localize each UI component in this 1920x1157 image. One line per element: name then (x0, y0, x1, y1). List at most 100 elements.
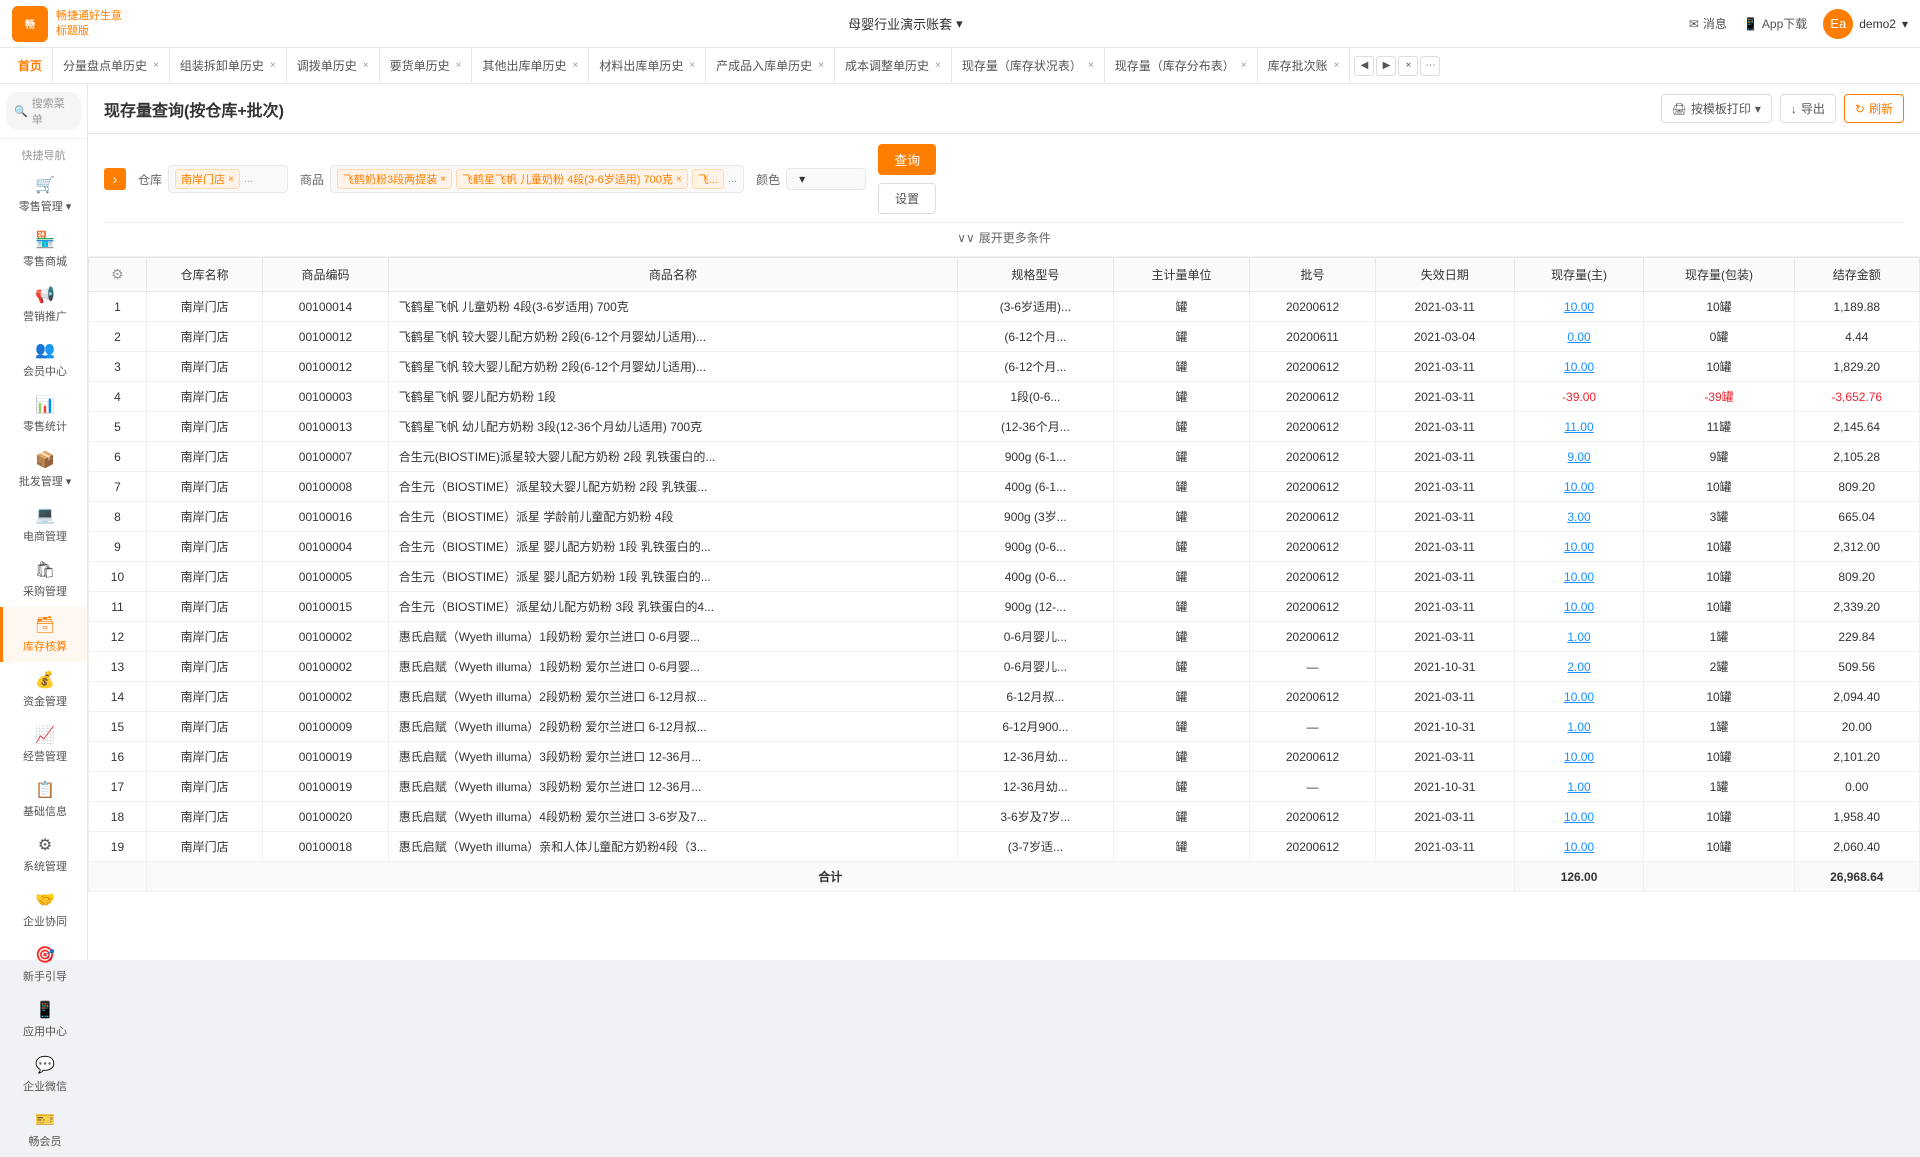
tab-split-history[interactable]: 分量盘点单历史 × (53, 48, 170, 84)
query-btn[interactable]: 查询 (878, 144, 936, 175)
row-stock[interactable]: 3.00 (1514, 502, 1644, 532)
sidebar-item-ecommerce[interactable]: 💻 电商管理 (0, 497, 87, 552)
row-unit: 罐 (1113, 592, 1250, 622)
sidebar-item-inventory[interactable]: 🗃 库存核算 (0, 607, 87, 662)
row-stock[interactable]: 10.00 (1514, 292, 1644, 322)
row-stock[interactable]: 10.00 (1514, 802, 1644, 832)
row-stock[interactable]: 2.00 (1514, 652, 1644, 682)
remove-product-tag-2-icon[interactable]: × (676, 174, 682, 185)
expand-more-btn[interactable]: ∨∨ 展开更多条件 (104, 222, 1904, 246)
sidebar-item-operations[interactable]: 📈 经营管理 (0, 717, 87, 772)
row-stock[interactable]: 10.00 (1514, 472, 1644, 502)
row-stock[interactable]: 10.00 (1514, 352, 1644, 382)
close-icon[interactable]: × (270, 60, 276, 71)
table-header-row: ⚙ 仓库名称 商品编码 商品名称 规格型号 主计量单位 批号 失效日期 现存量(… (89, 258, 1920, 292)
row-stock[interactable]: 1.00 (1514, 622, 1644, 652)
remove-warehouse-tag-icon[interactable]: × (228, 174, 234, 185)
row-stock[interactable]: -39.00 (1514, 382, 1644, 412)
row-warehouse: 南岸门店 (146, 532, 262, 562)
row-stock[interactable]: 1.00 (1514, 712, 1644, 742)
search-input-area[interactable]: 🔍 搜索菜单 (6, 92, 81, 130)
row-stock[interactable]: 10.00 (1514, 532, 1644, 562)
remove-product-tag-1-icon[interactable]: × (440, 174, 446, 185)
tab-cost-adjust[interactable]: 成本调整单历史 × (835, 48, 952, 84)
nav-close-btn[interactable]: × (1398, 56, 1418, 76)
close-icon[interactable]: × (689, 60, 695, 71)
tab-batch-account[interactable]: 库存批次账 × (1258, 48, 1351, 84)
sidebar-item-purchase[interactable]: 🛍 采购管理 (0, 552, 87, 607)
row-stock[interactable]: 0.00 (1514, 322, 1644, 352)
product-tag-container[interactable]: 飞鹤奶粉3段两提装 × 飞鹤星飞帆 儿童奶粉 4段(3-6岁适用) 700克 ×… (330, 165, 744, 193)
tab-home[interactable]: 首页 (8, 48, 53, 84)
tab-mix-history[interactable]: 调拨单历史 × (287, 48, 380, 84)
enterprise-selector[interactable]: 母婴行业演示账套 ▾ (848, 14, 963, 33)
tab-product-in[interactable]: 产成品入库单历史 × (706, 48, 835, 84)
close-icon[interactable]: × (572, 60, 578, 71)
filter-more-dots[interactable]: ... (244, 173, 253, 185)
sidebar-item-finance[interactable]: 💰 资金管理 (0, 662, 87, 717)
sidebar-quick-nav[interactable]: 快捷导航 (0, 139, 87, 167)
row-stock[interactable]: 11.00 (1514, 412, 1644, 442)
sidebar-item-retail-mgmt[interactable]: 🛒 零售管理 ▾ (0, 167, 87, 222)
sidebar-item-member-card[interactable]: 🎫 畅会员 (0, 1102, 87, 1157)
close-icon[interactable]: × (1088, 60, 1094, 71)
sidebar-item-retail-stats[interactable]: 📊 零售统计 (0, 387, 87, 442)
sidebar-item-corp-wechat[interactable]: 💬 企业微信 (0, 1047, 87, 1102)
sidebar-item-app-center[interactable]: 📱 应用中心 (0, 992, 87, 1047)
row-stock[interactable]: 10.00 (1514, 562, 1644, 592)
color-dropdown[interactable]: ▾ (786, 168, 866, 190)
row-expire: 2021-10-31 (1375, 772, 1514, 802)
close-icon[interactable]: × (153, 60, 159, 71)
product-tag-1: 飞鹤奶粉3段两提装 × (337, 169, 452, 189)
row-name: 合生元（BIOSTIME）派星 婴儿配方奶粉 1段 乳铁蛋白的... (388, 532, 957, 562)
row-stock[interactable]: 1.00 (1514, 772, 1644, 802)
print-btn[interactable]: 🖨 按模板打印 ▾ (1661, 94, 1772, 123)
tab-require-history[interactable]: 要货单历史 × (380, 48, 473, 84)
sidebar-item-marketing[interactable]: 📢 营销推广 (0, 277, 87, 332)
row-stock[interactable]: 10.00 (1514, 682, 1644, 712)
close-icon[interactable]: × (1334, 60, 1340, 71)
tab-combo-history[interactable]: 组装拆卸单历史 × (170, 48, 287, 84)
row-warehouse: 南岸门店 (146, 472, 262, 502)
row-stock[interactable]: 10.00 (1514, 832, 1644, 862)
row-stock[interactable]: 9.00 (1514, 442, 1644, 472)
column-settings-icon[interactable]: ⚙ (111, 266, 124, 282)
row-name: 惠氏启赋（Wyeth illuma）1段奶粉 爱尔兰进口 0-6月婴... (388, 652, 957, 682)
sidebar-item-wholesale[interactable]: 📦 批发管理 ▾ (0, 442, 87, 497)
close-icon[interactable]: × (818, 60, 824, 71)
close-icon[interactable]: × (456, 60, 462, 71)
sidebar-item-system[interactable]: ⚙ 系统管理 (0, 827, 87, 882)
export-btn[interactable]: ↓ 导出 (1780, 94, 1836, 123)
row-batch: 20200612 (1250, 592, 1375, 622)
nav-more-btn[interactable]: ⋯ (1420, 56, 1440, 76)
sidebar-item-member[interactable]: 👥 会员中心 (0, 332, 87, 387)
nav-prev-btn[interactable]: ◀ (1354, 56, 1374, 76)
row-amount: 2,312.00 (1794, 532, 1919, 562)
table-row: 19 南岸门店 00100018 惠氏启赋（Wyeth illuma）亲和人体儿… (89, 832, 1920, 862)
warehouse-tag-container[interactable]: 南岸门店 × ... (168, 165, 288, 193)
sidebar-item-enterprise[interactable]: 🤝 企业协同 (0, 882, 87, 937)
row-stock[interactable]: 10.00 (1514, 742, 1644, 772)
row-code: 00100014 (263, 292, 388, 322)
tab-other-out[interactable]: 其他出库单历史 × (472, 48, 589, 84)
sidebar-item-retail-mall[interactable]: 🏪 零售商城 (0, 222, 87, 277)
user-area[interactable]: Ea demo2 ▾ (1823, 9, 1908, 39)
app-download-btn[interactable]: 📱 App下载 (1743, 15, 1807, 32)
tab-stock-status[interactable]: 现存量（库存状况表） × (952, 48, 1105, 84)
tab-stock-dist[interactable]: 现存量（库存分布表） × (1105, 48, 1258, 84)
sidebar-search-area[interactable]: 🔍 搜索菜单 (0, 84, 87, 139)
row-amount: 2,101.20 (1794, 742, 1919, 772)
sidebar-item-basic[interactable]: 📋 基础信息 (0, 772, 87, 827)
refresh-btn[interactable]: ↻ 刷新 (1844, 94, 1904, 123)
row-stock[interactable]: 10.00 (1514, 592, 1644, 622)
close-icon[interactable]: × (1241, 60, 1247, 71)
filter-expand-btn[interactable]: › (104, 168, 126, 190)
message-btn[interactable]: ✉ 消息 (1689, 15, 1727, 32)
tab-material-out[interactable]: 材料出库单历史 × (589, 48, 706, 84)
product-filter-more-dots[interactable]: ... (728, 173, 737, 185)
sidebar-item-guide[interactable]: 🎯 新手引导 (0, 937, 87, 992)
settings-btn[interactable]: 设置 (878, 183, 936, 214)
close-icon[interactable]: × (935, 60, 941, 71)
close-icon[interactable]: × (363, 60, 369, 71)
nav-next-btn[interactable]: ▶ (1376, 56, 1396, 76)
